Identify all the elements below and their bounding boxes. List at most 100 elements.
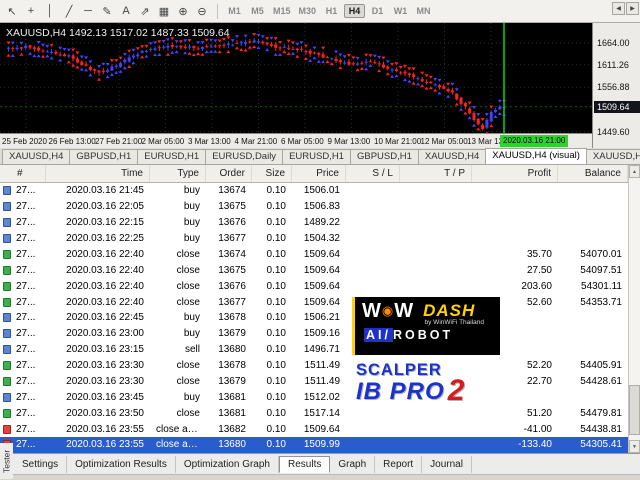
cell-time: 2020.03.16 22:25 [66,233,144,245]
indicators-icon[interactable]: ▦ [155,2,173,20]
order-sequence: 27... [16,233,36,245]
column-header-size[interactable]: Size [252,165,292,182]
table-row[interactable]: 27... 2020.03.16 23:50 close 13681 0.10 1517.… [0,405,628,421]
scrollbar-down-icon[interactable]: ▼ [629,440,640,453]
current-price-box: 1509.64 [594,100,640,113]
bottom-tab-graph[interactable]: Graph [330,455,376,473]
time-axis[interactable]: 2020.03.16 21:00 25 Feb 2020 26 Feb 13:00… [0,133,592,148]
chart-tab-gbpusd-h1-1[interactable]: GBPUSD,H1 [69,149,139,164]
horizontal-line-icon[interactable]: ─ [79,2,97,20]
column-header-profit[interactable]: Profit [472,165,558,182]
timeframe-m1-button[interactable]: M1 [224,4,245,18]
column-header-order[interactable]: Order [206,165,252,182]
cell-number: 27... [0,281,46,292]
zoom-out-icon[interactable]: ⊖ [193,2,211,20]
table-row[interactable]: 27... 2020.03.16 23:15 sell 13680 0.10 1496.7… [0,342,628,358]
bottom-tab-optimization-results[interactable]: Optimization Results [67,455,176,473]
timeframe-m15-button[interactable]: M15 [270,4,294,18]
table-row[interactable]: 27... 2020.03.16 22:15 buy 13676 0.10 1489.22 [0,215,628,231]
trade-green-icon [3,376,11,386]
chart-tab-eurusd-daily-3[interactable]: EURUSD,Daily [205,149,284,164]
column-header-sl[interactable]: S / L [346,165,400,182]
chart-tab-xauusd-h4-6[interactable]: XAUUSD,H4 [417,149,487,164]
table-scrollbar[interactable]: ▲ ▼ [628,165,640,453]
tab-scroll-right-icon[interactable]: ▶ [626,2,639,15]
column-header-price[interactable]: Price [292,165,346,182]
arrow-shapes-icon[interactable]: ⇗ [136,2,154,20]
column-header-type[interactable]: Type [150,165,206,182]
cell-number: 27... [0,344,46,355]
timeframe-w1-button[interactable]: W1 [390,4,411,18]
vertical-line-icon[interactable]: │ [41,2,59,20]
table-row[interactable]: 27... 2020.03.16 22:45 buy 13678 0.10 1506.21 [0,310,628,326]
bottom-tab-report[interactable]: Report [375,455,423,473]
chart-tab-gbpusd-h1-5[interactable]: GBPUSD,H1 [349,149,419,164]
scrollbar-thumb[interactable] [629,385,640,435]
cell-price: 1509.64 [303,296,340,308]
trade-green-icon [3,249,11,259]
crosshair-icon[interactable]: + [22,2,40,20]
text-icon[interactable]: A [117,2,135,20]
bottom-tab-optimization-graph[interactable]: Optimization Graph [176,455,279,473]
timeframe-h4-button[interactable]: H4 [344,4,366,18]
table-row[interactable]: 27... 2020.03.16 23:30 close 13679 0.10 1511.… [0,374,628,390]
price-chart[interactable] [0,23,592,133]
cell-number: 27... [0,201,46,212]
cell-price: 1489.22 [303,217,340,229]
bottom-tab-results[interactable]: Results [279,455,331,473]
column-header-tp[interactable]: T / P [400,165,472,182]
price-axis-label: 1556.88 [597,82,630,93]
chart-tab-eurusd-h1-4[interactable]: EURUSD,H1 [282,149,351,164]
cursor-icon[interactable]: ↖ [3,2,21,20]
pencil-icon[interactable]: ✎ [98,2,116,20]
results-table-header: # Time Type Order Size Price S / LT / P Profit B… [0,165,628,183]
chart-tab-xauusd-h4-0[interactable]: XAUUSD,H4 [2,149,71,164]
cell-number: 27... [0,328,46,339]
cell-type: close [176,296,200,308]
timeframe-mn-button[interactable]: MN [413,4,434,18]
timeframe-m5-button[interactable]: M5 [247,4,268,18]
cell-size: 0.10 [266,423,286,435]
trendline-icon[interactable]: ╱ [60,2,78,20]
cell-type: close [176,248,200,260]
cell-profit: 27.50 [526,264,552,276]
table-row[interactable]: 27... 2020.03.16 23:45 buy 13681 0.10 1512.02 [0,389,628,405]
timeframe-m30-button[interactable]: M30 [296,4,320,18]
table-row[interactable]: 27... 2020.03.16 22:40 close 13677 0.10 1509.… [0,294,628,310]
table-row[interactable]: 27... 2020.03.16 23:55 close at stop 13682 0… [0,421,628,437]
column-header-time[interactable]: Time [46,165,150,182]
cell-order: 13678 [218,360,246,372]
table-row[interactable]: 27... 2020.03.16 22:40 close 13674 0.10 1509.… [0,247,628,263]
table-row[interactable]: 27... 2020.03.16 23:30 close 13678 0.10 1511.… [0,358,628,374]
table-row[interactable]: 27... 2020.03.16 23:00 buy 13679 0.10 1509.16 [0,326,628,342]
tab-scroll-left-icon[interactable]: ◀ [612,2,625,15]
table-row[interactable]: 27... 2020.03.16 22:40 close 13676 0.10 1509.… [0,278,628,294]
table-row[interactable]: 27... 2020.03.16 22:40 close 13675 0.10 1509.… [0,262,628,278]
cell-price: 1496.71 [303,344,340,356]
order-sequence: 27... [16,280,36,292]
order-sequence: 27... [16,423,36,435]
column-header-number[interactable]: # [0,165,46,182]
timeframe-h1-button[interactable]: H1 [321,4,342,18]
chart-tab-eurusd-h1-2[interactable]: EURUSD,H1 [137,149,207,164]
column-header-balance[interactable]: Balance [558,165,628,182]
cell-time: 2020.03.16 22:40 [66,280,144,292]
bottom-tab-journal[interactable]: Journal [422,455,472,473]
table-row[interactable]: 27... 2020.03.16 21:45 buy 13674 0.10 1506.01 [0,183,628,199]
bottom-tab-settings[interactable]: Settings [14,455,68,473]
chart-tab-xauusd-h1-8[interactable]: XAUUSD,H1 [585,149,640,164]
price-axis[interactable]: 1509.64 1664.00 1611.26 1556.88 1449.60 [592,23,640,148]
scrollbar-up-icon[interactable]: ▲ [629,165,640,178]
order-sequence: 27... [16,344,36,356]
chart-tab-xauusd-h4-visual-7[interactable]: XAUUSD,H4 (visual) [485,148,587,164]
table-row[interactable]: 27... 2020.03.16 22:05 buy 13675 0.10 1506.83 [0,199,628,215]
ibpro-line: IB PRO 2 [356,376,474,406]
cell-size: 0.10 [266,280,286,292]
zoom-in-icon[interactable]: ⊕ [174,2,192,20]
cell-type: close [176,360,200,372]
table-row[interactable]: 27... 2020.03.16 23:55 close at stop 13680 0… [0,437,628,453]
cell-balance: 54405.91 [580,360,622,372]
cell-profit: 203.60 [521,280,552,292]
timeframe-d1-button[interactable]: D1 [367,4,388,18]
table-row[interactable]: 27... 2020.03.16 22:25 buy 13677 0.10 1504.32 [0,231,628,247]
